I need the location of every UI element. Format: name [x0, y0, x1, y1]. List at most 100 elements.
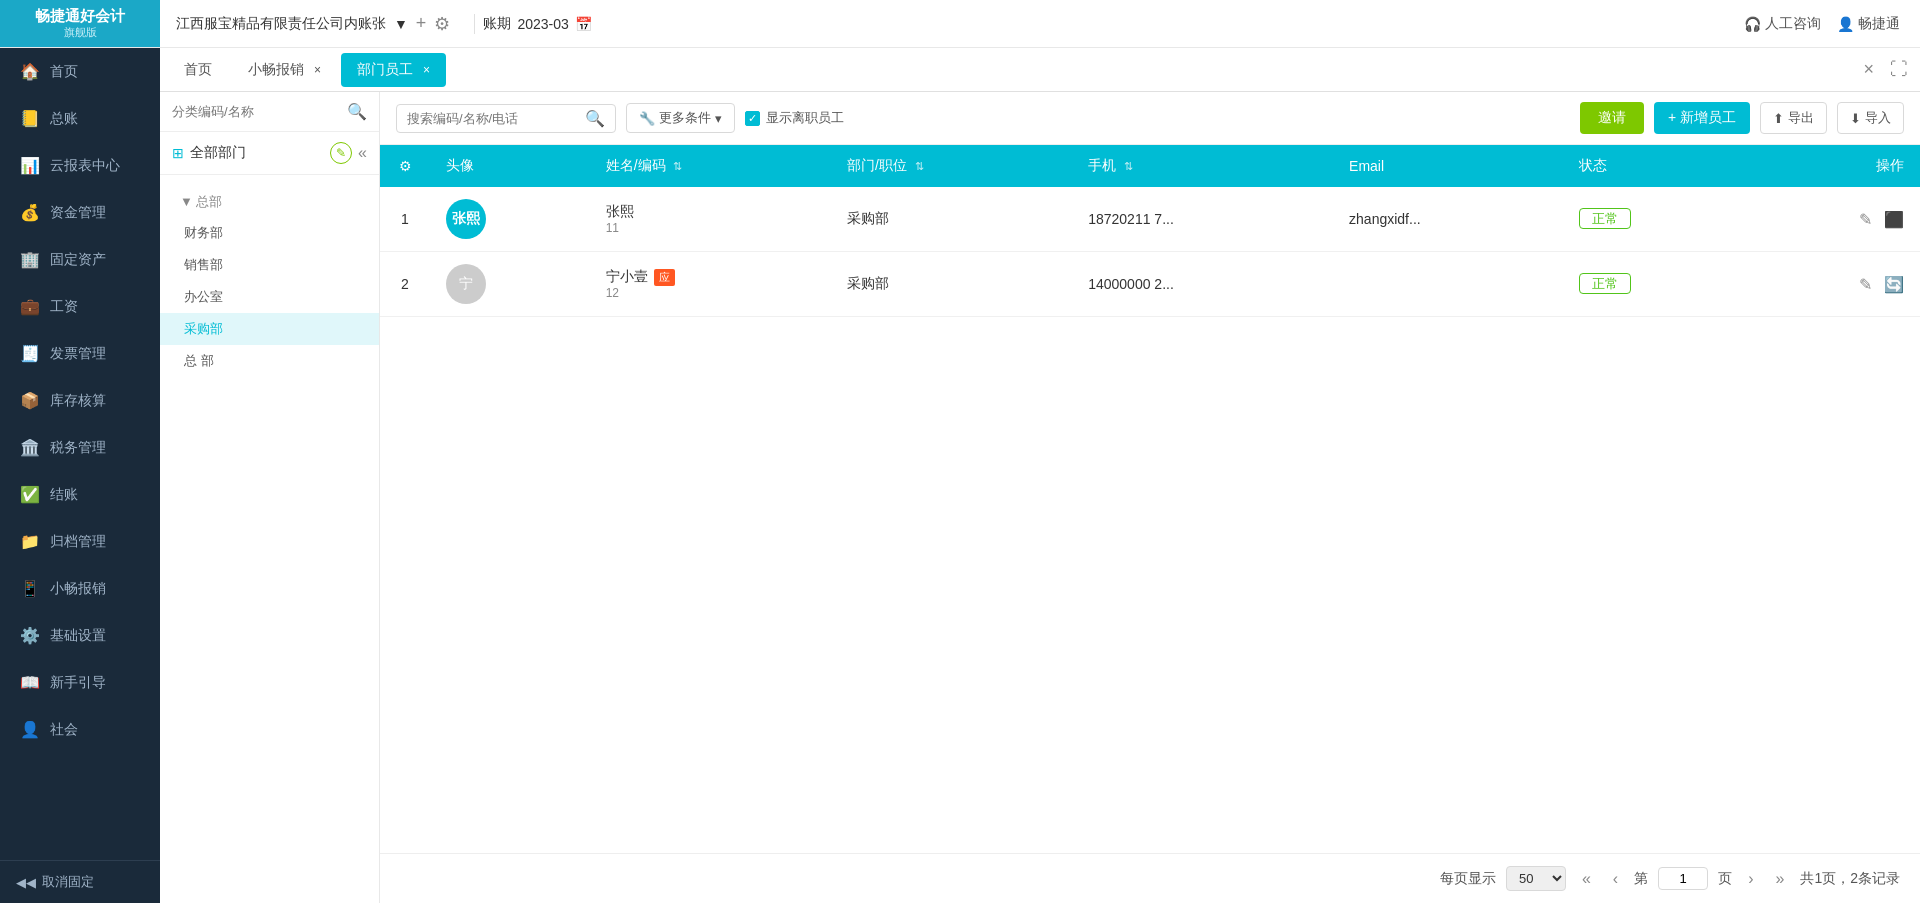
sidebar-label-ledger: 总账: [50, 110, 78, 128]
row2-edit-icon[interactable]: ✎: [1859, 275, 1872, 294]
next-page-button[interactable]: ›: [1742, 868, 1759, 890]
sidebar-label-guide: 新手引导: [50, 674, 106, 692]
company-selector[interactable]: 江西服宝精品有限责任公司内账张 ▼ + ⚙: [160, 13, 466, 35]
dept-item-sales[interactable]: 销售部: [160, 249, 379, 281]
grid-icon: ⊞: [172, 145, 184, 161]
sidebar-item-reports[interactable]: 📊 云报表中心: [0, 142, 160, 189]
table-header: ⚙ 头像 姓名/编码 ⇅ 部门/职位 ⇅ 手机 ⇅ Email 状态 操作: [380, 145, 1920, 187]
all-dept-text: 全部部门: [190, 144, 246, 162]
sidebar-item-tax[interactable]: 🏛️ 税务管理: [0, 424, 160, 471]
row2-refresh-icon[interactable]: 🔄: [1884, 275, 1904, 294]
th-phone[interactable]: 手机 ⇅: [1072, 145, 1333, 187]
dept-edit-button[interactable]: ✎: [330, 142, 352, 164]
inner-layout: 🔍 ⊞ 全部部门 ✎ « ▼ 总部 财务部 销售: [160, 92, 1920, 903]
dept-item-finance[interactable]: 财务部: [160, 217, 379, 249]
row2-name-code: 宁小壹 应 12: [606, 268, 815, 300]
company-dropdown-icon[interactable]: ▼: [394, 16, 408, 32]
more-filter-button[interactable]: 🔧 更多条件 ▾: [626, 103, 735, 133]
sidebar-item-guide[interactable]: 📖 新手引导: [0, 659, 160, 706]
dept-item-hq[interactable]: 总 部: [160, 345, 379, 377]
sidebar-item-archive[interactable]: 📁 归档管理: [0, 518, 160, 565]
add-employee-label: + 新增员工: [1668, 109, 1736, 127]
page-number-input[interactable]: [1658, 867, 1708, 890]
filter-label: 更多条件: [659, 109, 711, 127]
add-company-icon[interactable]: +: [416, 13, 427, 34]
first-page-button[interactable]: «: [1576, 868, 1597, 890]
period-area: 账期 2023-03 📅: [483, 15, 591, 33]
last-page-button[interactable]: »: [1770, 868, 1791, 890]
close-tab-button[interactable]: ×: [1859, 55, 1878, 84]
row1-edit-icon[interactable]: ✎: [1859, 210, 1872, 229]
sidebar-item-invoice[interactable]: 🧾 发票管理: [0, 330, 160, 377]
settings-icon[interactable]: ⚙: [434, 13, 450, 35]
tab-expense-label: 小畅报销: [248, 61, 304, 79]
row1-status: 正常: [1563, 187, 1749, 252]
dept-search-icon[interactable]: 🔍: [347, 102, 367, 121]
th-name[interactable]: 姓名/编码 ⇅: [590, 145, 831, 187]
user-profile-button[interactable]: 👤 畅捷通: [1837, 15, 1900, 33]
tab-dept-close[interactable]: ×: [423, 63, 430, 77]
tab-home[interactable]: 首页: [168, 53, 228, 87]
support-button[interactable]: 🎧 人工咨询: [1744, 15, 1821, 33]
guide-icon: 📖: [20, 673, 40, 692]
dept-panel: 🔍 ⊞ 全部部门 ✎ « ▼ 总部 财务部 销售: [160, 92, 380, 903]
row2-name: 宁小壹: [606, 268, 648, 286]
sidebar-item-assets[interactable]: 🏢 固定资产: [0, 236, 160, 283]
settings-sidebar-icon: ⚙️: [20, 626, 40, 645]
search-icon[interactable]: 🔍: [585, 109, 605, 128]
row2-action-icons: ✎ 🔄: [1765, 275, 1904, 294]
add-employee-button[interactable]: + 新增员工: [1654, 102, 1750, 134]
prev-page-button[interactable]: ‹: [1607, 868, 1624, 890]
sidebar-item-home[interactable]: 🏠 首页: [0, 48, 160, 95]
th-settings[interactable]: ⚙: [380, 145, 430, 187]
table: ⚙ 头像 姓名/编码 ⇅ 部门/职位 ⇅ 手机 ⇅ Email 状态 操作: [380, 145, 1920, 317]
sidebar-item-checkout[interactable]: ✅ 结账: [0, 471, 160, 518]
export-button[interactable]: ⬆ 导出: [1760, 102, 1827, 134]
social-icon: 👤: [20, 720, 40, 739]
row1-email: zhangxidf...: [1333, 187, 1563, 252]
header-separator: [474, 14, 475, 34]
sidebar-item-inventory[interactable]: 📦 库存核算: [0, 377, 160, 424]
tab-dept-employee[interactable]: 部门员工 ×: [341, 53, 446, 87]
filter-icon: 🔧: [639, 111, 655, 126]
page-size-select[interactable]: 50 10 20 100: [1506, 866, 1566, 891]
row1-avatar: 张熙: [430, 187, 590, 252]
tax-icon: 🏛️: [20, 438, 40, 457]
show-resigned-checkbox[interactable]: ✓: [745, 111, 760, 126]
th-dept[interactable]: 部门/职位 ⇅: [831, 145, 1072, 187]
toolbar-right: 邀请 + 新增员工 ⬆ 导出 ⬇ 导入: [1580, 102, 1904, 134]
sidebar-item-settings[interactable]: ⚙️ 基础设置: [0, 612, 160, 659]
import-button[interactable]: ⬇ 导入: [1837, 102, 1904, 134]
logo-subtitle: 旗舰版: [64, 25, 97, 40]
avatar-ning: 宁: [446, 264, 486, 304]
page-suffix: 页: [1718, 870, 1732, 888]
row2-tag: 应: [654, 269, 675, 286]
sidebar-item-social[interactable]: 👤 社会: [0, 706, 160, 753]
unpin-button[interactable]: ◀◀ 取消固定: [0, 860, 160, 903]
maximize-tab-button[interactable]: ⛶: [1886, 55, 1912, 84]
show-resigned-toggle[interactable]: ✓ 显示离职员工: [745, 109, 844, 127]
logo-title: 畅捷通好会计: [35, 7, 125, 25]
dept-collapse-button[interactable]: «: [358, 142, 367, 164]
row1-logout-icon[interactable]: ⬛: [1884, 210, 1904, 229]
tab-expense-close[interactable]: ×: [314, 63, 321, 77]
row2-status: 正常: [1563, 252, 1749, 317]
all-dept-label[interactable]: ⊞ 全部部门: [172, 144, 246, 162]
row1-status-badge: 正常: [1579, 208, 1631, 229]
invite-button[interactable]: 邀请: [1580, 102, 1644, 134]
row1-phone: 18720211 7...: [1072, 187, 1333, 252]
sidebar-item-funds[interactable]: 💰 资金管理: [0, 189, 160, 236]
dept-item-office[interactable]: 办公室: [160, 281, 379, 313]
employee-search-input[interactable]: [407, 111, 579, 126]
pagination: 每页显示 50 10 20 100 « ‹ 第 页 › » 共1页，2条记录: [380, 853, 1920, 903]
sidebar-item-salary[interactable]: 💼 工资: [0, 283, 160, 330]
sidebar-item-ledger[interactable]: 📒 总账: [0, 95, 160, 142]
dept-search-input[interactable]: [172, 104, 341, 119]
row2-avatar: 宁: [430, 252, 590, 317]
tab-expense[interactable]: 小畅报销 ×: [232, 53, 337, 87]
sidebar-item-expense[interactable]: 📱 小畅报销: [0, 565, 160, 612]
tab-dept-label: 部门员工: [357, 61, 413, 79]
calendar-icon[interactable]: 📅: [575, 16, 592, 32]
dept-item-purchase[interactable]: 采购部: [160, 313, 379, 345]
row2-index: 2: [380, 252, 430, 317]
